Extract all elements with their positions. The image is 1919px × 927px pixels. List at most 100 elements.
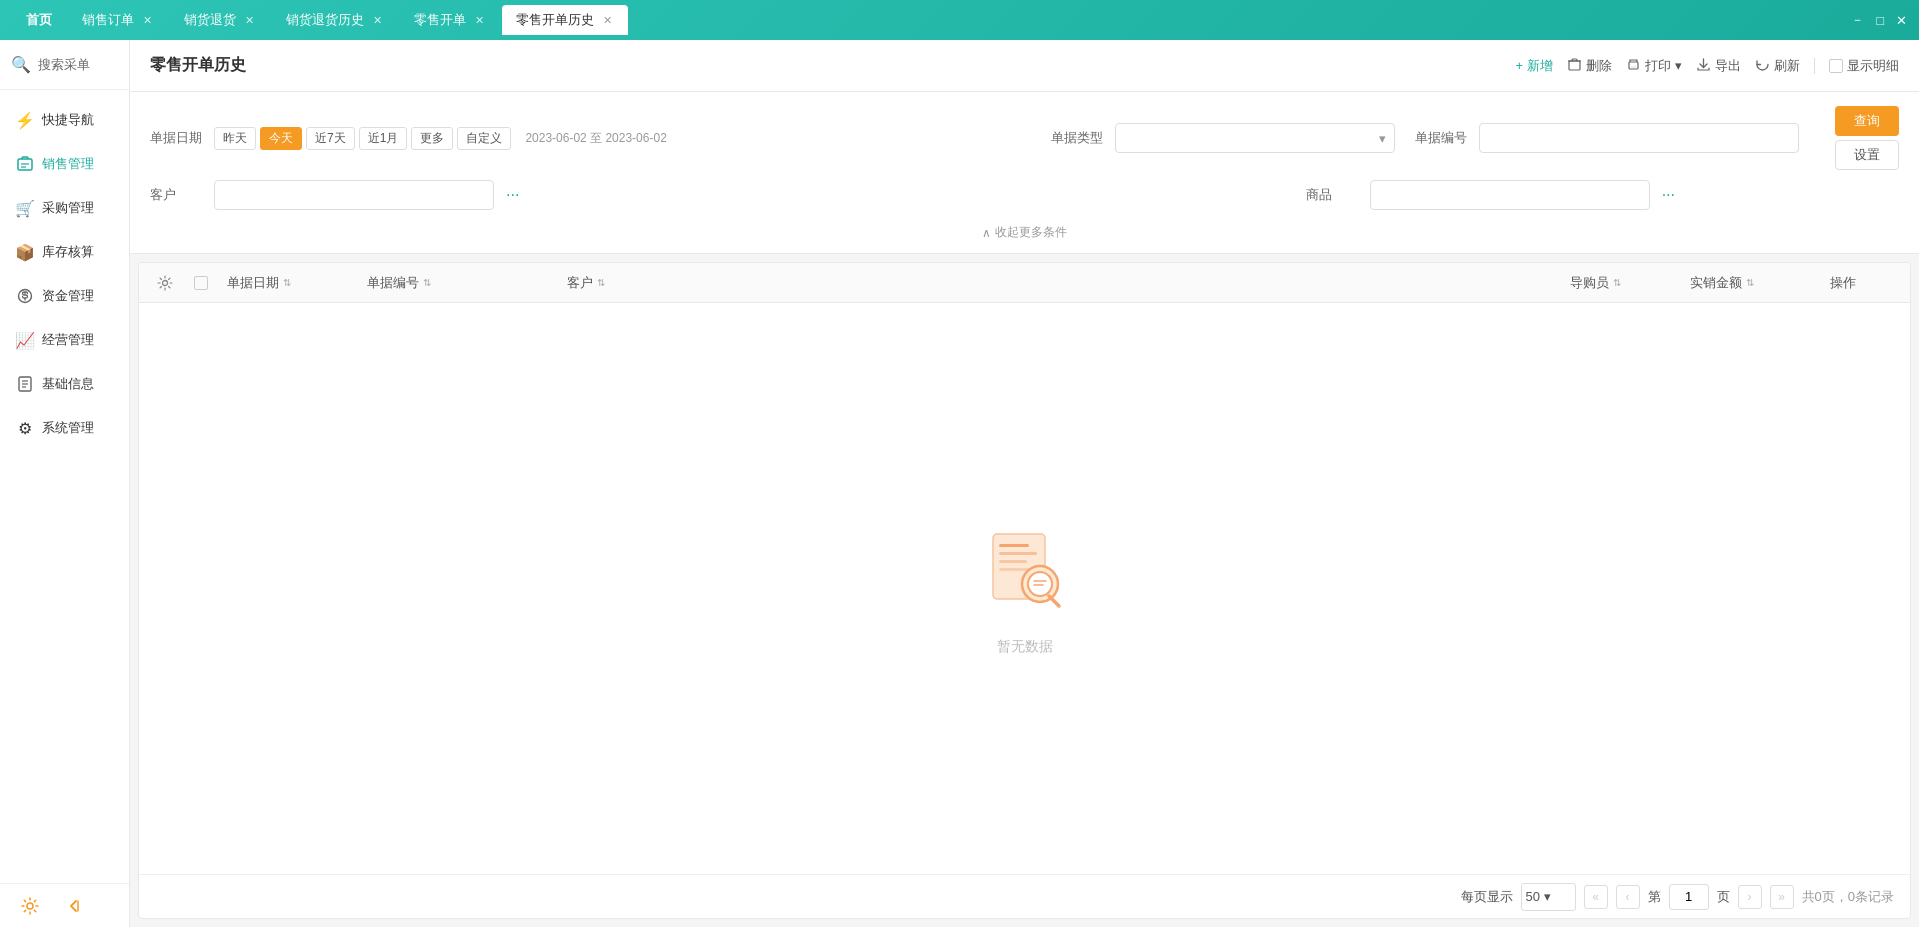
th-amount-sort-icon: ⇅ bbox=[1746, 277, 1754, 288]
collapse-label: 收起更多条件 bbox=[995, 224, 1067, 241]
svg-rect-18 bbox=[999, 560, 1027, 563]
sidebar-item-purchase-mgmt[interactable]: 🛒 采购管理 bbox=[0, 186, 129, 230]
tab-retail-open[interactable]: 零售开单 ✕ bbox=[400, 5, 500, 35]
filter-bill-type-select[interactable]: ▾ bbox=[1115, 123, 1395, 153]
display-detail-checkbox[interactable] bbox=[1829, 59, 1843, 73]
sidebar-settings-btn[interactable] bbox=[16, 892, 44, 920]
date-btn-last7[interactable]: 近7天 bbox=[306, 127, 355, 150]
th-salesperson[interactable]: 导购员 ⇅ bbox=[1562, 274, 1682, 292]
table-column-settings[interactable] bbox=[147, 275, 183, 291]
select-all-checkbox[interactable] bbox=[194, 276, 208, 290]
filter-bill-no-label: 单据编号 bbox=[1415, 129, 1471, 147]
page-last-btn[interactable]: » bbox=[1770, 885, 1794, 909]
tab-sales-return-label: 销货退货 bbox=[184, 11, 236, 29]
sidebar-item-inventory[interactable]: 📦 库存核算 bbox=[0, 230, 129, 274]
pagination: 每页显示 50 ▾ « ‹ 第 页 › » 共0页，0条记录 bbox=[139, 874, 1910, 918]
print-button[interactable]: 打印 ▾ bbox=[1626, 57, 1682, 75]
sales-mgmt-icon bbox=[16, 155, 34, 173]
per-page-select[interactable]: 50 ▾ bbox=[1521, 883, 1576, 911]
date-btn-today[interactable]: 今天 bbox=[260, 127, 302, 150]
sidebar-item-basic-info[interactable]: 基础信息 bbox=[0, 362, 129, 406]
page-prev-btn[interactable]: ‹ bbox=[1616, 885, 1640, 909]
page-next-btn[interactable]: › bbox=[1738, 885, 1762, 909]
sidebar-search[interactable]: 🔍 搜索采单 bbox=[0, 40, 129, 90]
settings-button[interactable]: 设置 bbox=[1835, 140, 1899, 170]
sidebar-item-purchase-mgmt-label: 采购管理 bbox=[42, 199, 94, 217]
date-btn-last1month[interactable]: 近1月 bbox=[359, 127, 408, 150]
th-customer[interactable]: 客户 ⇅ bbox=[559, 274, 1562, 292]
window-close[interactable]: ✕ bbox=[1896, 13, 1907, 28]
th-date-sort-icon: ⇅ bbox=[283, 277, 291, 288]
tab-sales-return-close[interactable]: ✕ bbox=[242, 13, 256, 27]
sidebar-collapse-btn[interactable] bbox=[60, 892, 88, 920]
main-layout: 🔍 搜索采单 ⚡ 快捷导航 销售管理 🛒 bbox=[0, 40, 1919, 927]
filter-collapse-btn[interactable]: ∧ 收起更多条件 bbox=[982, 224, 1067, 241]
tab-sales-order[interactable]: 销售订单 ✕ bbox=[68, 5, 168, 35]
per-page-dropdown-icon: ▾ bbox=[1544, 889, 1551, 904]
filter-date-options: 昨天 今天 近7天 近1月 更多 自定义 bbox=[214, 127, 511, 150]
sidebar-search-label: 搜索采单 bbox=[38, 56, 90, 74]
sidebar-item-sales-mgmt[interactable]: 销售管理 bbox=[0, 142, 129, 186]
tab-sales-return[interactable]: 销货退货 ✕ bbox=[170, 5, 270, 35]
export-label: 导出 bbox=[1715, 57, 1741, 75]
tab-list: 首页 销售订单 ✕ 销货退货 ✕ 销货退货历史 ✕ 零售开单 ✕ 零售开单历史 … bbox=[12, 5, 1851, 35]
refresh-button[interactable]: 刷新 bbox=[1755, 57, 1800, 75]
svg-point-21 bbox=[1028, 572, 1052, 596]
page-first-btn[interactable]: « bbox=[1584, 885, 1608, 909]
filter-product-field: 商品 ··· bbox=[1306, 180, 1679, 210]
delete-button[interactable]: 删除 bbox=[1567, 57, 1612, 75]
sidebar-item-quick-nav[interactable]: ⚡ 快捷导航 bbox=[0, 98, 129, 142]
tab-retail-open-close[interactable]: ✕ bbox=[472, 13, 486, 27]
add-icon: + bbox=[1515, 58, 1523, 73]
tab-sales-order-close[interactable]: ✕ bbox=[140, 13, 154, 27]
add-button[interactable]: + 新增 bbox=[1515, 57, 1553, 75]
date-btn-more[interactable]: 更多 bbox=[411, 127, 453, 150]
tab-home-label: 首页 bbox=[26, 11, 52, 29]
date-btn-custom[interactable]: 自定义 bbox=[457, 127, 511, 150]
th-action-label: 操作 bbox=[1830, 274, 1856, 292]
th-amount[interactable]: 实销金额 ⇅ bbox=[1682, 274, 1822, 292]
filter-customer-input[interactable] bbox=[214, 180, 494, 210]
filter-product-input[interactable] bbox=[1370, 180, 1650, 210]
svg-rect-17 bbox=[999, 552, 1037, 555]
sidebar-item-finance[interactable]: 资金管理 bbox=[0, 274, 129, 318]
filter-product-label: 商品 bbox=[1306, 186, 1362, 204]
sidebar-item-quick-nav-label: 快捷导航 bbox=[42, 111, 94, 129]
tab-sales-return-history-close[interactable]: ✕ bbox=[370, 13, 384, 27]
display-detail-toggle[interactable]: 显示明细 bbox=[1829, 57, 1899, 75]
filter-bill-no-input[interactable] bbox=[1479, 123, 1799, 153]
export-button[interactable]: 导出 bbox=[1696, 57, 1741, 75]
customer-ellipsis[interactable]: ··· bbox=[502, 186, 523, 204]
window-maximize[interactable]: □ bbox=[1876, 13, 1884, 28]
per-page-label: 每页显示 bbox=[1461, 888, 1513, 906]
tab-sales-return-history[interactable]: 销货退货历史 ✕ bbox=[272, 5, 398, 35]
date-btn-yesterday[interactable]: 昨天 bbox=[214, 127, 256, 150]
filter-row-2: 客户 ··· 商品 ··· bbox=[150, 180, 1899, 210]
sidebar-item-operations[interactable]: 📈 经营管理 bbox=[0, 318, 129, 362]
toolbar-divider bbox=[1814, 58, 1815, 74]
svg-rect-16 bbox=[999, 544, 1029, 547]
product-ellipsis[interactable]: ··· bbox=[1658, 186, 1679, 204]
svg-line-22 bbox=[1049, 596, 1059, 606]
tab-home[interactable]: 首页 bbox=[12, 5, 66, 35]
sidebar-item-system[interactable]: ⚙ 系统管理 bbox=[0, 406, 129, 450]
sidebar-item-inventory-label: 库存核算 bbox=[42, 243, 94, 261]
page-number-input[interactable] bbox=[1669, 884, 1709, 910]
table-select-all[interactable] bbox=[183, 276, 219, 290]
window-minimize[interactable]: － bbox=[1851, 11, 1864, 29]
refresh-label: 刷新 bbox=[1774, 57, 1800, 75]
table-header: 单据日期 ⇅ 单据编号 ⇅ 客户 ⇅ 导购员 ⇅ 实销金额 ⇅ bbox=[139, 263, 1910, 303]
top-bar: 首页 销售订单 ✕ 销货退货 ✕ 销货退货历史 ✕ 零售开单 ✕ 零售开单历史 … bbox=[0, 0, 1919, 40]
filter-bill-type-label: 单据类型 bbox=[1051, 129, 1107, 147]
th-date[interactable]: 单据日期 ⇅ bbox=[219, 274, 359, 292]
tab-retail-open-history[interactable]: 零售开单历史 ✕ bbox=[502, 5, 628, 35]
sidebar-footer bbox=[0, 883, 129, 927]
empty-state: 暂无数据 bbox=[139, 303, 1910, 874]
th-customer-label: 客户 bbox=[567, 274, 593, 292]
filter-customer-label: 客户 bbox=[150, 186, 206, 204]
tab-retail-open-history-close[interactable]: ✕ bbox=[600, 13, 614, 27]
sidebar-item-system-label: 系统管理 bbox=[42, 419, 94, 437]
th-bill-no[interactable]: 单据编号 ⇅ bbox=[359, 274, 559, 292]
sidebar-item-basic-info-label: 基础信息 bbox=[42, 375, 94, 393]
query-button[interactable]: 查询 bbox=[1835, 106, 1899, 136]
